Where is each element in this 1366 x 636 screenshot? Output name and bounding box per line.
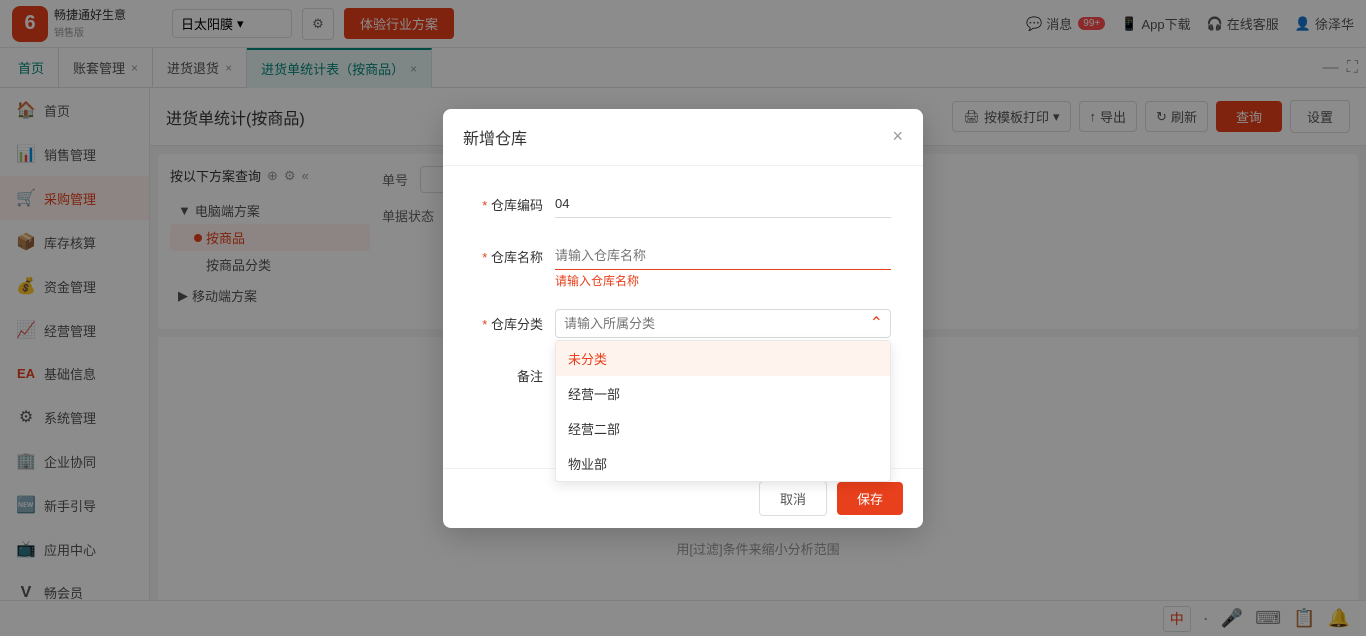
name-field: 请输入仓库名称: [555, 242, 891, 289]
category-input[interactable]: [555, 309, 891, 338]
modal-overlay: 新增仓库 × * 仓库编码 * 仓库名称: [0, 0, 1366, 636]
save-button[interactable]: 保存: [837, 482, 903, 515]
new-warehouse-dialog: 新增仓库 × * 仓库编码 * 仓库名称: [443, 109, 923, 528]
dropdown-item-uncategorized[interactable]: 未分类: [556, 341, 890, 376]
category-label: * 仓库分类: [475, 309, 555, 341]
name-label: * 仓库名称: [475, 242, 555, 274]
form-row-name: * 仓库名称 请输入仓库名称: [475, 242, 891, 289]
category-dropdown: 未分类 经营一部 经营二部 物业部: [555, 340, 891, 482]
dialog-header: 新增仓库 ×: [443, 109, 923, 166]
notes-label: 备注: [475, 361, 555, 393]
code-input[interactable]: [555, 190, 891, 218]
cancel-button[interactable]: 取消: [759, 481, 827, 516]
category-dropdown-arrow[interactable]: ⌃: [870, 313, 883, 333]
code-field: [555, 190, 891, 218]
dropdown-item-dept1[interactable]: 经营一部: [556, 376, 890, 411]
code-label: * 仓库编码: [475, 190, 555, 222]
form-row-code: * 仓库编码: [475, 190, 891, 222]
dropdown-item-property[interactable]: 物业部: [556, 446, 890, 481]
dialog-title: 新增仓库: [463, 125, 527, 149]
name-input[interactable]: [555, 242, 891, 270]
category-field: ⌃ 未分类 经营一部 经营二部 物业部: [555, 309, 891, 338]
dialog-close-button[interactable]: ×: [892, 126, 903, 147]
dropdown-item-dept2[interactable]: 经营二部: [556, 411, 890, 446]
dialog-body: * 仓库编码 * 仓库名称 请输入仓库名称: [443, 166, 923, 468]
name-error-msg: 请输入仓库名称: [555, 272, 891, 289]
form-row-category: * 仓库分类 ⌃ 未分类 经营一部 经营二部 物业部: [475, 309, 891, 341]
